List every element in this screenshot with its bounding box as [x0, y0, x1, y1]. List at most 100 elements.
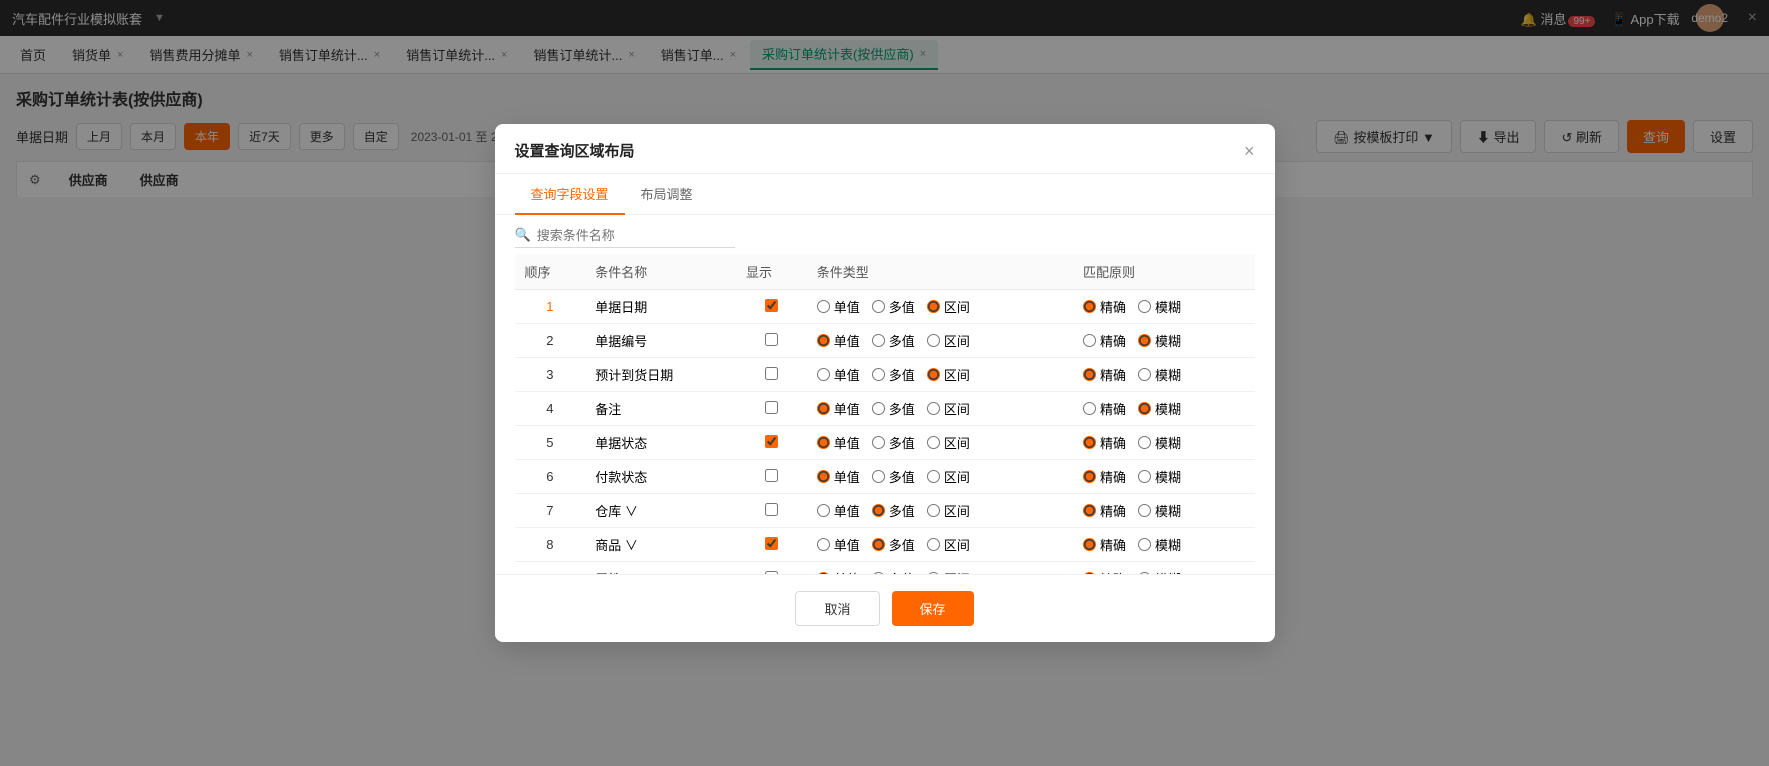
type-option-多值-3[interactable]: 多值 — [872, 365, 915, 384]
conditions-table-scroll[interactable]: 顺序 条件名称 显示 条件类型 匹配原则 1单据日期单值多值区间精确模糊2单据编… — [495, 254, 1275, 574]
display-checkbox-7[interactable] — [765, 503, 778, 516]
match-option-精确-4[interactable]: 精确 — [1083, 399, 1126, 418]
match-option-模糊-5[interactable]: 模糊 — [1138, 433, 1181, 452]
type-option-单值-5[interactable]: 单值 — [817, 433, 860, 452]
display-checkbox-1[interactable] — [765, 299, 778, 312]
col-display: 显示 — [736, 254, 807, 290]
row-order-4: 4 — [515, 392, 586, 426]
col-match: 匹配原则 — [1073, 254, 1255, 290]
modal-header: 设置查询区域布局 × — [495, 124, 1275, 174]
type-option-区间-1[interactable]: 区间 — [927, 297, 970, 316]
match-option-模糊-2[interactable]: 模糊 — [1138, 331, 1181, 350]
display-checkbox-4[interactable] — [765, 401, 778, 414]
tab-query-fields[interactable]: 查询字段设置 — [515, 174, 625, 215]
type-option-区间-8[interactable]: 区间 — [927, 535, 970, 554]
type-option-单值-7[interactable]: 单值 — [817, 501, 860, 520]
type-option-单值-4[interactable]: 单值 — [817, 399, 860, 418]
display-checkbox-3[interactable] — [765, 367, 778, 380]
table-row: 5单据状态单值多值区间精确模糊 — [515, 426, 1255, 460]
match-option-模糊-4[interactable]: 模糊 — [1138, 399, 1181, 418]
match-option-模糊-7[interactable]: 模糊 — [1138, 501, 1181, 520]
match-option-精确-8[interactable]: 精确 — [1083, 535, 1126, 554]
type-option-多值-1[interactable]: 多值 — [872, 297, 915, 316]
row-condition-name-6: 付款状态 — [585, 460, 736, 494]
type-option-区间-2[interactable]: 区间 — [927, 331, 970, 350]
type-option-多值-4[interactable]: 多值 — [872, 399, 915, 418]
table-row: 1单据日期单值多值区间精确模糊 — [515, 290, 1255, 324]
row-type-2: 单值多值区间 — [807, 324, 1073, 358]
type-option-单值-8[interactable]: 单值 — [817, 535, 860, 554]
display-checkbox-2[interactable] — [765, 333, 778, 346]
row-type-6: 单值多值区间 — [807, 460, 1073, 494]
type-option-区间-7[interactable]: 区间 — [927, 501, 970, 520]
row-type-7: 单值多值区间 — [807, 494, 1073, 528]
table-row: 7仓库 ∨单值多值区间精确模糊 — [515, 494, 1255, 528]
row-display-4 — [736, 392, 807, 426]
match-option-精确-7[interactable]: 精确 — [1083, 501, 1126, 520]
row-order-3: 3 — [515, 358, 586, 392]
row-type-4: 单值多值区间 — [807, 392, 1073, 426]
row-type-5: 单值多值区间 — [807, 426, 1073, 460]
type-option-单值-6[interactable]: 单值 — [817, 467, 860, 486]
row-order-9: 9 — [515, 562, 586, 575]
table-row: 4备注单值多值区间精确模糊 — [515, 392, 1255, 426]
row-display-5 — [736, 426, 807, 460]
row-order-6: 6 — [515, 460, 586, 494]
display-checkbox-8[interactable] — [765, 537, 778, 550]
match-option-模糊-6[interactable]: 模糊 — [1138, 467, 1181, 486]
row-display-3 — [736, 358, 807, 392]
row-match-4: 精确模糊 — [1073, 392, 1255, 426]
row-order-5: 5 — [515, 426, 586, 460]
type-option-多值-5[interactable]: 多值 — [872, 433, 915, 452]
match-option-精确-6[interactable]: 精确 — [1083, 467, 1126, 486]
row-match-1: 精确模糊 — [1073, 290, 1255, 324]
row-display-8 — [736, 528, 807, 562]
row-match-7: 精确模糊 — [1073, 494, 1255, 528]
match-option-精确-1[interactable]: 精确 — [1083, 297, 1126, 316]
row-display-2 — [736, 324, 807, 358]
modal-close-icon[interactable]: × — [1244, 142, 1255, 160]
display-checkbox-6[interactable] — [765, 469, 778, 482]
match-option-模糊-8[interactable]: 模糊 — [1138, 535, 1181, 554]
table-row: 2单据编号单值多值区间精确模糊 — [515, 324, 1255, 358]
search-icon: 🔍 — [515, 227, 531, 243]
row-condition-name-2: 单据编号 — [585, 324, 736, 358]
cancel-button[interactable]: 取消 — [795, 591, 879, 626]
type-option-多值-6[interactable]: 多值 — [872, 467, 915, 486]
type-option-区间-5[interactable]: 区间 — [927, 433, 970, 452]
table-row: 6付款状态单值多值区间精确模糊 — [515, 460, 1255, 494]
search-input[interactable] — [537, 228, 735, 243]
match-option-模糊-3[interactable]: 模糊 — [1138, 365, 1181, 384]
row-condition-name-9: 属性 ∨ — [585, 562, 736, 575]
tab-layout-adjust[interactable]: 布局调整 — [625, 174, 709, 215]
type-option-区间-6[interactable]: 区间 — [927, 467, 970, 486]
type-option-单值-3[interactable]: 单值 — [817, 365, 860, 384]
match-option-精确-3[interactable]: 精确 — [1083, 365, 1126, 384]
row-type-1: 单值多值区间 — [807, 290, 1073, 324]
type-option-多值-7[interactable]: 多值 — [872, 501, 915, 520]
modal-dialog: 设置查询区域布局 × 查询字段设置 布局调整 🔍 顺序 — [495, 124, 1275, 642]
save-button[interactable]: 保存 — [892, 591, 974, 626]
match-option-模糊-1[interactable]: 模糊 — [1138, 297, 1181, 316]
row-order-2: 2 — [515, 324, 586, 358]
display-checkbox-5[interactable] — [765, 435, 778, 448]
match-option-精确-5[interactable]: 精确 — [1083, 433, 1126, 452]
type-option-单值-1[interactable]: 单值 — [817, 297, 860, 316]
type-option-多值-8[interactable]: 多值 — [872, 535, 915, 554]
type-option-区间-4[interactable]: 区间 — [927, 399, 970, 418]
table-row: 9属性 ∨单值多值区间精确模糊 — [515, 562, 1255, 575]
type-option-单值-2[interactable]: 单值 — [817, 331, 860, 350]
row-match-2: 精确模糊 — [1073, 324, 1255, 358]
row-order-1: 1 — [515, 290, 586, 324]
row-match-8: 精确模糊 — [1073, 528, 1255, 562]
row-condition-name-7: 仓库 ∨ — [585, 494, 736, 528]
match-option-精确-2[interactable]: 精确 — [1083, 331, 1126, 350]
table-header-row: 顺序 条件名称 显示 条件类型 匹配原则 — [515, 254, 1255, 290]
row-condition-name-5: 单据状态 — [585, 426, 736, 460]
row-order-8: 8 — [515, 528, 586, 562]
modal-tab-bar: 查询字段设置 布局调整 — [495, 174, 1275, 215]
type-option-区间-3[interactable]: 区间 — [927, 365, 970, 384]
row-match-5: 精确模糊 — [1073, 426, 1255, 460]
type-option-多值-2[interactable]: 多值 — [872, 331, 915, 350]
search-row: 🔍 — [495, 215, 1275, 254]
